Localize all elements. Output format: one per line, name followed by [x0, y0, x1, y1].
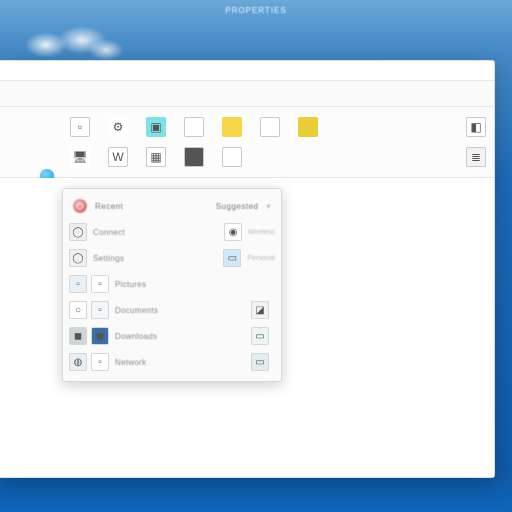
gear-icon[interactable]: ⚙	[108, 117, 128, 137]
dark-tile-icon[interactable]: ◼	[184, 147, 204, 167]
toolbar-row-2: 🖥 W ▦ ◼ ≣	[70, 147, 486, 167]
empty-slot-2[interactable]	[260, 117, 280, 137]
light-tile-icon[interactable]	[222, 147, 242, 167]
menu-item[interactable]: ◍▫ Network ▭	[63, 349, 281, 375]
swatch-yellow[interactable]	[222, 117, 242, 137]
cyan-app-icon[interactable]: ▣	[146, 117, 166, 137]
menu-header-label: Recent	[95, 202, 123, 211]
menu-item-label: Connect	[93, 228, 218, 237]
menu-item-label: Pictures	[115, 280, 263, 289]
right-anchor[interactable]: ◧	[466, 117, 486, 137]
monitor-icon[interactable]: 🖥	[70, 147, 90, 167]
doc-small-icon: ▫	[91, 275, 109, 293]
picture-icon: ▫	[69, 275, 87, 293]
context-menu: ⏻ Recent Suggested ▾ ◯ Connect ◉ Wireless ◯ S…	[62, 188, 282, 382]
menu-item-label: Settings	[93, 254, 217, 263]
soft-icon: ▫	[91, 301, 109, 319]
ribbon-toolbar: ▫ ⚙ ▣ ◧ 🖥 W ▦ ◼ ≣	[0, 107, 494, 178]
record-icon: ◉	[224, 223, 242, 241]
window-header[interactable]	[0, 61, 494, 81]
panel-icon: ▭	[223, 249, 241, 267]
swatch-mustard[interactable]	[298, 117, 318, 137]
window-title: PROPERTIES	[225, 6, 286, 15]
toolbar-row-1: ▫ ⚙ ▣ ◧	[70, 117, 486, 137]
address-bar[interactable]	[0, 81, 494, 107]
menu-item-annotation: Personal	[247, 255, 275, 262]
doc-icon[interactable]: ▫	[70, 117, 90, 137]
orb-icon: ◯	[69, 249, 87, 267]
globe-icon: ◍	[69, 353, 87, 371]
card-icon: ▭	[251, 353, 269, 371]
menu-item[interactable]: ◯ Settings ▭ Personal	[63, 245, 281, 271]
content-pane[interactable]: ⏻ Recent Suggested ▾ ◯ Connect ◉ Wireless ◯ S…	[0, 178, 494, 477]
empty-slot[interactable]	[184, 117, 204, 137]
circle-icon: ○	[69, 301, 87, 319]
dial-icon: ◯	[69, 223, 87, 241]
menu-item-label: Documents	[115, 306, 245, 315]
grid-icon[interactable]: ▦	[146, 147, 166, 167]
text-style-icon[interactable]: W	[108, 147, 128, 167]
thumb-icon: ▭	[251, 327, 269, 345]
list-icon[interactable]: ≣	[466, 147, 486, 167]
menu-item[interactable]: ◼◼ Downloads ▭	[63, 323, 281, 349]
gray-tile-icon: ◼	[69, 327, 87, 345]
menu-item[interactable]: ▫▫ Pictures	[63, 271, 281, 297]
taskbar[interactable]	[0, 478, 512, 512]
menu-item[interactable]: ◯ Connect ◉ Wireless	[63, 219, 281, 245]
menu-item-label: Downloads	[115, 332, 245, 341]
power-icon: ⏻	[73, 199, 87, 213]
menu-header: ⏻ Recent Suggested ▾	[63, 195, 281, 219]
dropdown-icon[interactable]: ▾	[266, 202, 271, 211]
menu-item-annotation: Wireless	[248, 229, 275, 236]
blue-tile-icon: ◼	[91, 327, 109, 345]
shield-icon: ◪	[251, 301, 269, 319]
app-window: ▫ ⚙ ▣ ◧ 🖥 W ▦ ◼ ≣ ⏻ Recent Suggested ▾ ◯ Connect…	[0, 60, 495, 478]
menu-item[interactable]: ○▫ Documents ◪	[63, 297, 281, 323]
menu-header-right: Suggested	[216, 202, 259, 211]
menu-item-label: Network	[115, 358, 245, 367]
plain-icon: ▫	[91, 353, 109, 371]
